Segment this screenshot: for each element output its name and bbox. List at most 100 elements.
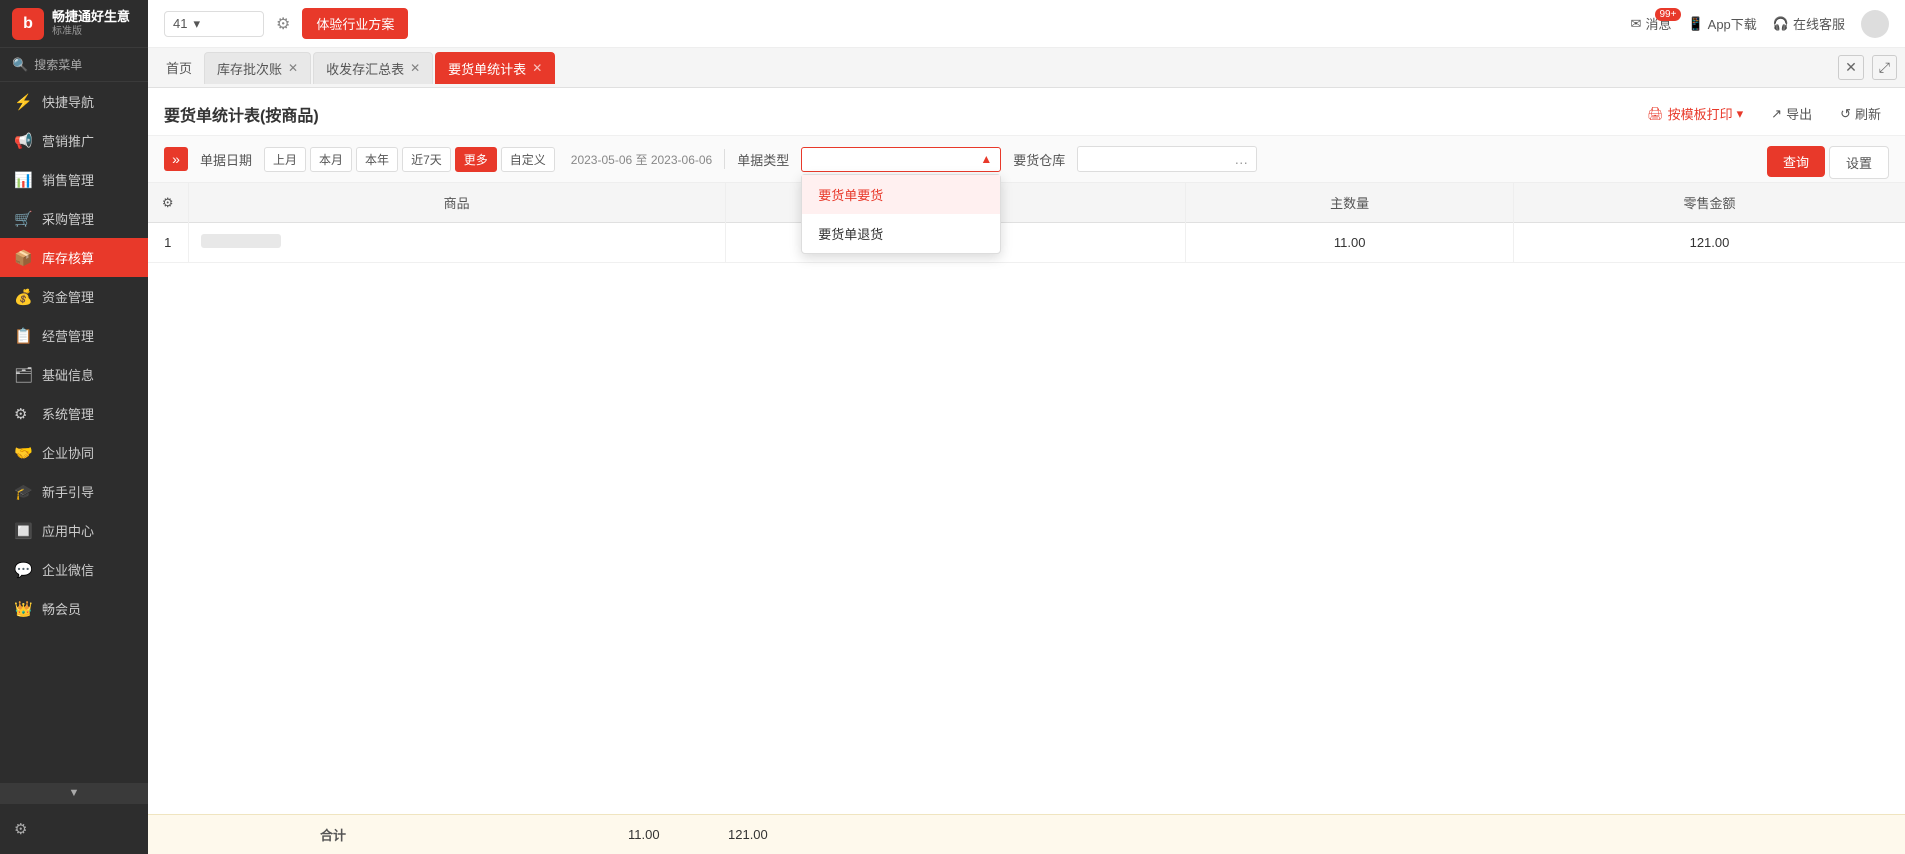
topbar: 41 ▾ ⚙ 体验行业方案 ✉ 消息 99+ 📱 App下载 🎧 在线客服 (148, 0, 1905, 48)
filter-expand-button[interactable]: » (164, 147, 188, 171)
sidebar-label-collab: 企业协同 (42, 443, 94, 462)
sidebar-item-sales[interactable]: 📊 销售管理 (0, 160, 148, 199)
sidebar-settings[interactable]: ⚙ (0, 812, 148, 846)
main-content: 41 ▾ ⚙ 体验行业方案 ✉ 消息 99+ 📱 App下载 🎧 在线客服 (148, 0, 1905, 854)
print-button[interactable]: 🖨 按模板打印 ▾ (1639, 100, 1751, 127)
tab-receive-summary[interactable]: 收发存汇总表 ✕ (313, 52, 433, 84)
sidebar-item-collab[interactable]: 🤝 企业协同 (0, 433, 148, 472)
sidebar-item-quick-nav[interactable]: ⚡ 快捷导航 (0, 82, 148, 121)
company-selector-value: 41 (173, 16, 187, 31)
collab-icon: 🤝 (14, 444, 34, 462)
type-select-value (810, 152, 814, 167)
dropdown-item-order-return[interactable]: 要货单退货 (802, 214, 1000, 253)
tab-inventory-batch[interactable]: 库存批次账 ✕ (204, 52, 311, 84)
sidebar-item-finance[interactable]: 💰 资金管理 (0, 277, 148, 316)
export-icon: ↗ (1771, 106, 1782, 122)
headset-icon: 🎧 (1773, 16, 1789, 32)
tab-home-label: 首页 (166, 58, 192, 77)
refresh-icon: ↺ (1840, 106, 1851, 122)
tab-home[interactable]: 首页 (156, 52, 202, 83)
tab-order-summary[interactable]: 要货单统计表 ✕ (435, 52, 555, 84)
online-service-item[interactable]: 🎧 在线客服 (1773, 14, 1845, 33)
table-footer: 合计 11.00 121.00 (148, 814, 1905, 854)
page-title: 要货单统计表(按商品) (164, 102, 319, 126)
sidebar-bottom: ⚙ (0, 803, 148, 854)
th-settings[interactable]: ⚙ (148, 183, 188, 223)
tab-receive-summary-close[interactable]: ✕ (410, 61, 420, 75)
sidebar-item-inventory[interactable]: 📦 库存核算 (0, 238, 148, 277)
date-more[interactable]: 更多 (455, 147, 497, 172)
app-download-label: App下载 (1708, 14, 1757, 33)
search-icon: 🔍 (12, 57, 28, 73)
table-row: 1 块 11.00 121.00 (148, 223, 1905, 263)
inventory-icon: 📦 (14, 249, 34, 267)
warehouse-more-icon: … (1234, 151, 1248, 167)
date-7days[interactable]: 近7天 (402, 147, 451, 172)
sidebar-label-inventory: 库存核算 (42, 248, 94, 267)
sidebar-item-purchase[interactable]: 🛒 采购管理 (0, 199, 148, 238)
refresh-button[interactable]: ↺ 刷新 (1832, 100, 1889, 127)
guide-icon: 🎓 (14, 483, 34, 501)
finance-icon: 💰 (14, 288, 34, 306)
message-item[interactable]: ✉ 消息 99+ (1631, 14, 1672, 33)
settings-button[interactable]: 设置 (1829, 146, 1889, 179)
type-dropdown: 要货单要货 要货单退货 (801, 174, 1001, 254)
sidebar-item-vip[interactable]: 👑 畅会员 (0, 589, 148, 628)
maximize-tab-button[interactable]: ⤢ (1872, 55, 1897, 80)
dropdown-item-order-goods[interactable]: 要货单要货 (802, 175, 1000, 214)
tab-inventory-batch-close[interactable]: ✕ (288, 61, 298, 75)
date-range-display: 2023-05-06 至 2023-06-06 (571, 151, 712, 168)
sidebar-label-system: 系统管理 (42, 404, 94, 423)
app-logo-icon: b (12, 8, 44, 40)
date-custom[interactable]: 自定义 (501, 147, 555, 172)
sidebar-label-wechat: 企业微信 (42, 560, 94, 579)
export-button[interactable]: ↗ 导出 (1763, 100, 1820, 127)
topbar-right: ✉ 消息 99+ 📱 App下载 🎧 在线客服 (1631, 10, 1889, 38)
date-tabs: 上月 本月 本年 近7天 更多 自定义 (264, 147, 555, 172)
sidebar-item-operation[interactable]: 📋 经营管理 (0, 316, 148, 355)
sidebar-search[interactable]: 🔍 搜索菜单 (0, 48, 148, 82)
date-prev-month[interactable]: 上月 (264, 147, 306, 172)
type-filter-label: 单据类型 (737, 150, 789, 169)
footer-label: 合计 (200, 825, 346, 844)
user-avatar[interactable] (1861, 10, 1889, 38)
row-num: 1 (148, 223, 188, 263)
warehouse-select-box[interactable]: … (1077, 146, 1257, 172)
sidebar-label-basic: 基础信息 (42, 365, 94, 384)
close-all-tabs-button[interactable]: ✕ (1838, 55, 1864, 80)
chevron-down-icon: ▾ (193, 16, 200, 32)
app-logo-text: 畅捷通好生意 标准版 (52, 9, 130, 39)
print-chevron-icon: ▾ (1737, 106, 1744, 122)
trial-button[interactable]: 体验行业方案 (302, 8, 408, 39)
sidebar-label-finance: 资金管理 (42, 287, 94, 306)
date-curr-year[interactable]: 本年 (356, 147, 398, 172)
th-quantity: 主数量 (1186, 183, 1514, 223)
sidebar-label-purchase: 采购管理 (42, 209, 94, 228)
sidebar-label-vip: 畅会员 (42, 599, 81, 618)
sidebar-scroll-down[interactable]: ▼ (0, 783, 148, 803)
sidebar: b 畅捷通好生意 标准版 🔍 搜索菜单 ⚡ 快捷导航 📢 营销推广 📊 销售管理… (0, 0, 148, 854)
wechat-icon: 💬 (14, 561, 34, 579)
sidebar-item-marketing[interactable]: 📢 营销推广 (0, 121, 148, 160)
sidebar-search-label: 搜索菜单 (34, 56, 82, 73)
sidebar-item-apps[interactable]: 🔲 应用中心 (0, 511, 148, 550)
sidebar-item-basic[interactable]: 🗂 基础信息 (0, 355, 148, 394)
refresh-label: 刷新 (1855, 104, 1881, 123)
tabs-actions: ✕ ⤢ (1838, 55, 1897, 80)
tab-order-summary-close[interactable]: ✕ (532, 61, 542, 75)
message-icon: ✉ (1631, 16, 1642, 32)
query-button[interactable]: 查询 (1767, 146, 1825, 177)
warehouse-select-value (1086, 152, 1090, 167)
type-select-box[interactable]: ▲ (801, 147, 1001, 172)
company-selector[interactable]: 41 ▾ (164, 11, 264, 37)
export-label: 导出 (1786, 104, 1812, 123)
sidebar-item-system[interactable]: ⚙ 系统管理 (0, 394, 148, 433)
topbar-settings-icon[interactable]: ⚙ (276, 14, 290, 34)
app-download-item[interactable]: 📱 App下载 (1687, 14, 1756, 33)
date-curr-month[interactable]: 本月 (310, 147, 352, 172)
th-amount: 零售金额 (1513, 183, 1905, 223)
print-icon: 🖨 (1647, 106, 1664, 122)
sidebar-item-guide[interactable]: 🎓 新手引导 (0, 472, 148, 511)
sidebar-item-wechat[interactable]: 💬 企业微信 (0, 550, 148, 589)
filter-row: » 单据日期 上月 本月 本年 近7天 更多 自定义 2023-05-06 至 … (148, 136, 1905, 183)
